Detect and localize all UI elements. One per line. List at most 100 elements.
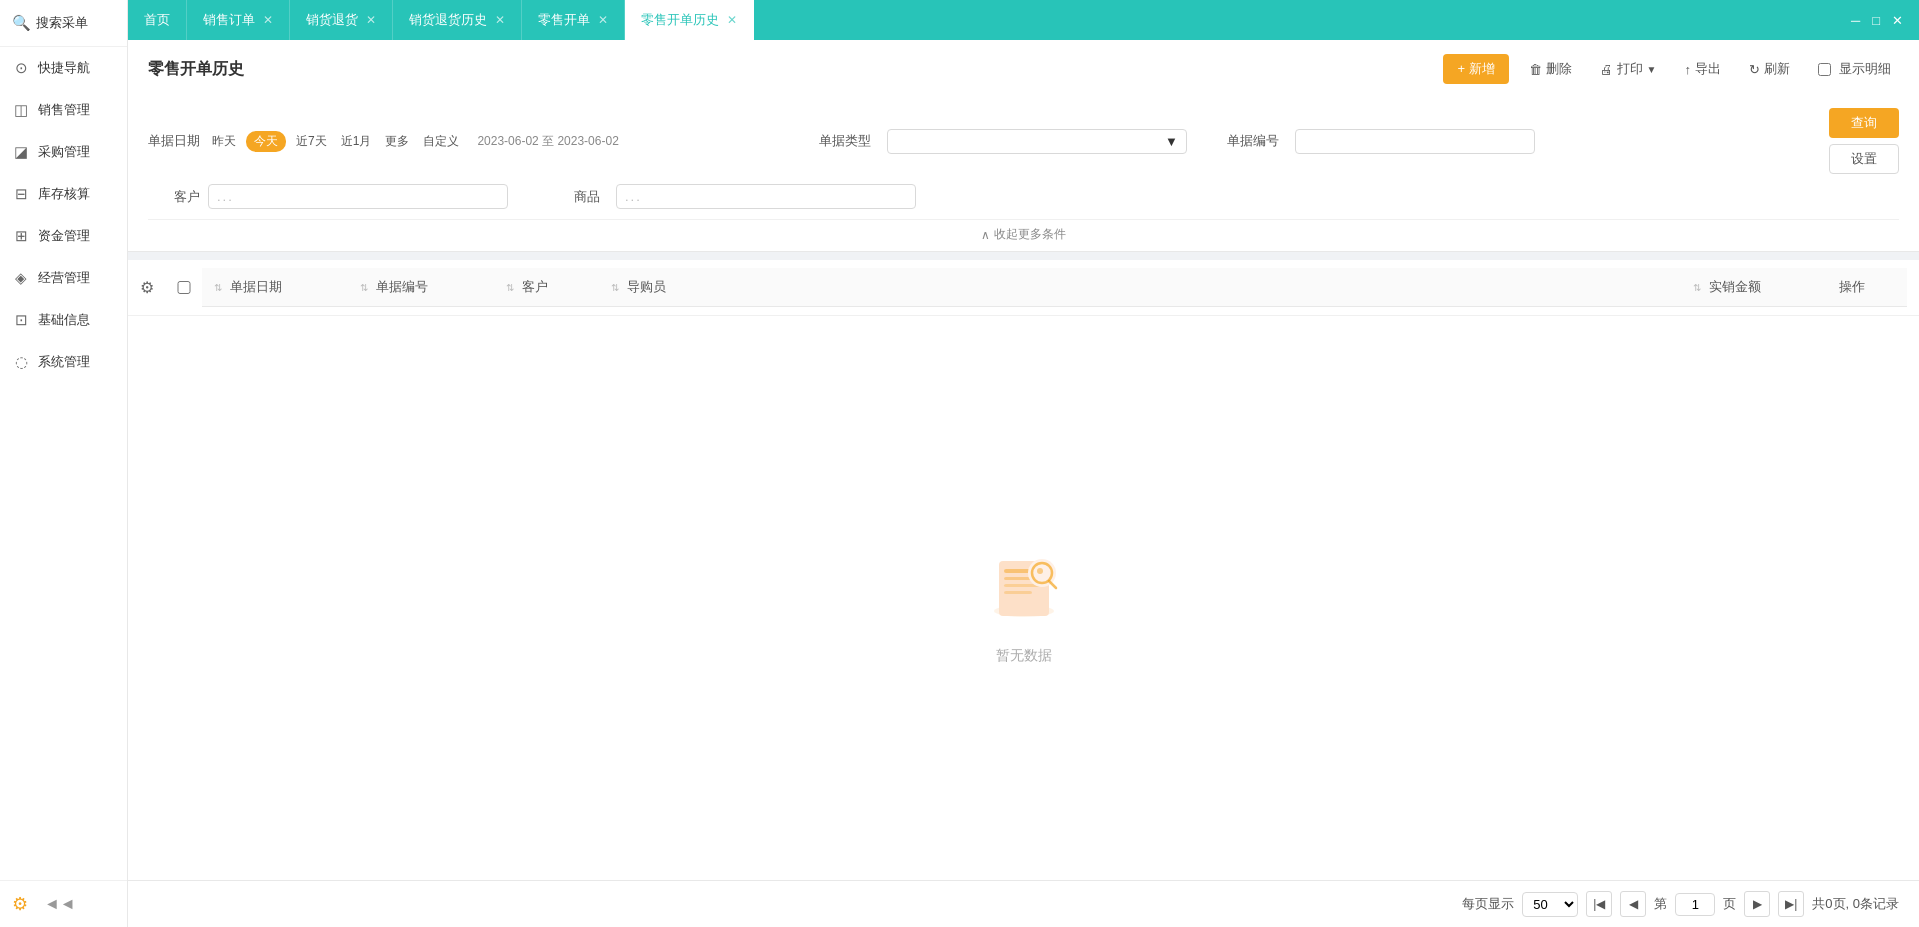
sidebar-item-label: 系统管理: [38, 353, 90, 371]
export-icon: ↑: [1685, 62, 1692, 77]
page-title-row: 零售开单历史 + 新增 🗑 删除 🖨 打印 ▼ ↑ 导出: [148, 54, 1899, 84]
date-btn-custom[interactable]: 自定义: [419, 131, 463, 152]
inventory-icon: ⊟: [12, 185, 30, 203]
window-minimize[interactable]: ─: [1851, 13, 1860, 28]
tab-sales-return-history[interactable]: 销货退货历史 ✕: [393, 0, 522, 40]
col-action: 操作: [1827, 268, 1907, 307]
table-settings-icon[interactable]: ⚙: [140, 278, 154, 297]
order-type-dropdown-icon: ▼: [1165, 134, 1178, 149]
date-btn-7days[interactable]: 近7天: [292, 131, 331, 152]
empty-illustration: [974, 531, 1074, 631]
sort-date-icon[interactable]: ⇅: [214, 282, 222, 293]
collapse-sidebar-icon[interactable]: ◄◄: [44, 895, 76, 913]
collapse-btn[interactable]: ∧ 收起更多条件: [981, 226, 1066, 243]
col-guide: ⇅ 导购员: [599, 268, 724, 307]
date-btn-more[interactable]: 更多: [381, 131, 413, 152]
sort-amount-icon[interactable]: ⇅: [1693, 282, 1701, 293]
last-page-btn[interactable]: ▶|: [1778, 891, 1804, 917]
tab-home[interactable]: 首页: [128, 0, 187, 40]
window-close[interactable]: ✕: [1892, 13, 1903, 28]
first-page-btn[interactable]: |◀: [1586, 891, 1612, 917]
sidebar-search[interactable]: 🔍 搜索采单: [0, 0, 127, 47]
next-page-btn[interactable]: ▶: [1744, 891, 1770, 917]
page-label: 第: [1654, 895, 1667, 913]
refresh-button[interactable]: ↻ 刷新: [1741, 56, 1798, 82]
sort-number-icon[interactable]: ⇅: [360, 282, 368, 293]
sort-customer-icon[interactable]: ⇅: [506, 282, 514, 293]
date-btn-today[interactable]: 今天: [246, 131, 286, 152]
date-range-display: 2023-06-02 至 2023-06-02: [477, 133, 618, 150]
tab-sales-order[interactable]: 销售订单 ✕: [187, 0, 290, 40]
sys-mgmt-icon: ◌: [12, 353, 30, 371]
add-button[interactable]: + 新增: [1443, 54, 1508, 84]
sidebar-item-finance[interactable]: ⊞ 资金管理: [0, 215, 127, 257]
tab-close-sales-return-history[interactable]: ✕: [495, 13, 505, 27]
tab-close-sales-return[interactable]: ✕: [366, 13, 376, 27]
query-button[interactable]: 查询: [1829, 108, 1899, 138]
print-button[interactable]: 🖨 打印 ▼: [1592, 56, 1665, 82]
sidebar-item-inventory[interactable]: ⊟ 库存核算: [0, 173, 127, 215]
delete-button[interactable]: 🗑 删除: [1521, 56, 1580, 82]
window-maximize[interactable]: □: [1872, 13, 1880, 28]
sort-guide-icon[interactable]: ⇅: [611, 282, 619, 293]
settings-icon[interactable]: ⚙: [12, 893, 28, 915]
tab-close-sales-order[interactable]: ✕: [263, 13, 273, 27]
customer-label: 客户: [148, 188, 208, 206]
col-customer: ⇅ 客户: [494, 268, 599, 307]
date-shortcuts: 昨天 今天 近7天 近1月 更多 自定义 2023-06-02 至 2023-0…: [208, 131, 619, 152]
date-btn-1month[interactable]: 近1月: [337, 131, 376, 152]
collapse-up-icon: ∧: [981, 228, 990, 242]
tab-close-retail-open-history[interactable]: ✕: [727, 13, 737, 27]
print-dropdown-icon: ▼: [1647, 64, 1657, 75]
page-label-end: 页: [1723, 895, 1736, 913]
customer-select[interactable]: ...: [208, 184, 508, 209]
basic-info-icon: ⊡: [12, 311, 30, 329]
sidebar-item-basic-info[interactable]: ⊡ 基础信息: [0, 299, 127, 341]
sidebar-item-label: 快捷导航: [38, 59, 90, 77]
order-type-select[interactable]: ▼: [887, 129, 1187, 154]
finance-icon: ⊞: [12, 227, 30, 245]
sidebar-item-sys-mgmt[interactable]: ◌ 系统管理: [0, 341, 127, 383]
order-number-label: 单据编号: [1227, 132, 1287, 150]
sidebar-bottom: ⚙ ◄◄: [0, 880, 127, 927]
sales-mgmt-icon: ◫: [12, 101, 30, 119]
sidebar-item-sales-mgmt[interactable]: ◫ 销售管理: [0, 89, 127, 131]
tab-retail-open-history[interactable]: 零售开单历史 ✕: [625, 0, 754, 40]
sidebar-item-label: 经营管理: [38, 269, 90, 287]
sidebar-item-label: 基础信息: [38, 311, 90, 329]
collapse-label: 收起更多条件: [994, 226, 1066, 243]
filter-area: 单据日期 昨天 今天 近7天 近1月 更多 自定义 2023-06-02 至 2…: [148, 96, 1899, 251]
sidebar-item-label: 采购管理: [38, 143, 90, 161]
export-button[interactable]: ↑ 导出: [1677, 56, 1730, 82]
per-page-select[interactable]: 50 10 20 100: [1522, 892, 1578, 917]
tab-sales-return[interactable]: 销货退货 ✕: [290, 0, 393, 40]
product-select[interactable]: ...: [616, 184, 916, 209]
display-detail-checkbox[interactable]: [1818, 63, 1831, 76]
order-number-input[interactable]: [1295, 129, 1535, 154]
product-label: 商品: [548, 188, 608, 206]
set-button[interactable]: 设置: [1829, 144, 1899, 174]
date-label: 单据日期: [148, 132, 208, 150]
sidebar-item-operation[interactable]: ◈ 经营管理: [0, 257, 127, 299]
page-content: 零售开单历史 + 新增 🗑 删除 🖨 打印 ▼ ↑ 导出: [128, 40, 1919, 927]
table-toolbar: ⚙ ⇅ 单据日期 ⇅ 单据编号: [128, 260, 1919, 316]
col-spacer: [724, 268, 1681, 307]
main-content: 首页 销售订单 ✕ 销货退货 ✕ 销货退货历史 ✕ 零售开单 ✕ 零售开单历史 …: [128, 0, 1919, 927]
tab-close-retail-open[interactable]: ✕: [598, 13, 608, 27]
delete-icon: 🗑: [1529, 62, 1542, 77]
col-number: ⇅ 单据编号: [348, 268, 494, 307]
sidebar-search-label: 搜索采单: [36, 14, 88, 32]
date-btn-yesterday[interactable]: 昨天: [208, 131, 240, 152]
sidebar-item-purchase-mgmt[interactable]: ◪ 采购管理: [0, 131, 127, 173]
tab-retail-open[interactable]: 零售开单 ✕: [522, 0, 625, 40]
select-all-checkbox[interactable]: [166, 281, 202, 294]
operation-icon: ◈: [12, 269, 30, 287]
display-detail-toggle[interactable]: 显示明细: [1810, 56, 1899, 82]
prev-page-btn[interactable]: ◀: [1620, 891, 1646, 917]
page-number-input[interactable]: [1675, 893, 1715, 916]
topbar: 首页 销售订单 ✕ 销货退货 ✕ 销货退货历史 ✕ 零售开单 ✕ 零售开单历史 …: [128, 0, 1919, 40]
toolbar-buttons: + 新增 🗑 删除 🖨 打印 ▼ ↑ 导出 ↻: [1443, 54, 1899, 84]
sidebar-item-quick-nav[interactable]: ⊙ 快捷导航: [0, 47, 127, 89]
table-area: ⚙ ⇅ 单据日期 ⇅ 单据编号: [128, 260, 1919, 880]
refresh-icon: ↻: [1749, 62, 1760, 77]
